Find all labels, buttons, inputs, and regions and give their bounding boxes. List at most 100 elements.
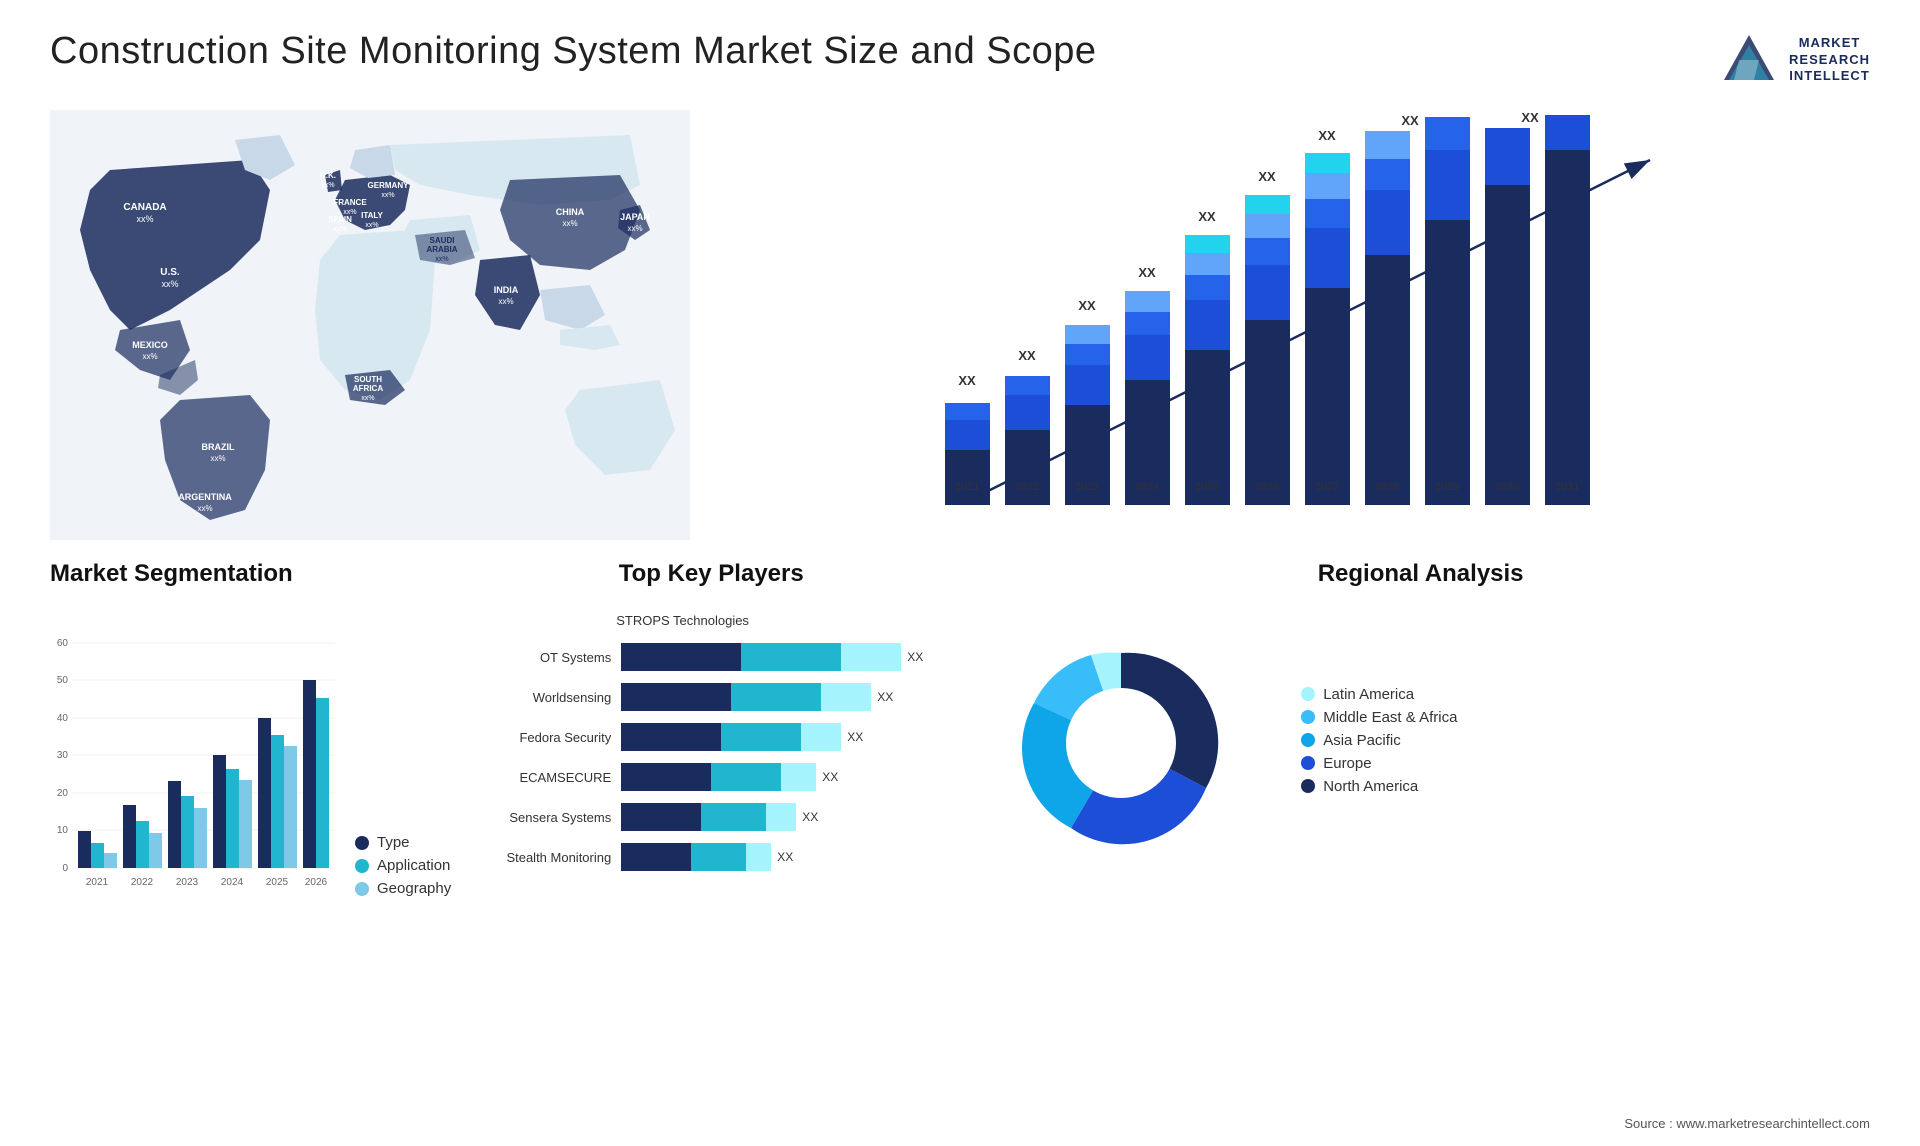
growth-chart: 2021 XX 2022 XX 2023 XX — [710, 110, 1870, 540]
svg-text:XX: XX — [1401, 113, 1419, 128]
svg-text:JAPAN: JAPAN — [620, 212, 650, 222]
svg-text:xx%: xx% — [136, 214, 153, 224]
bar-seg-2 — [721, 723, 801, 751]
svg-text:60: 60 — [57, 638, 69, 649]
svg-text:XX: XX — [1078, 298, 1096, 313]
segmentation-chart: 0 10 20 30 40 50 60 — [50, 603, 340, 903]
svg-text:xx%: xx% — [435, 256, 448, 263]
svg-text:ARGENTINA: ARGENTINA — [178, 492, 232, 502]
svg-text:U.K.: U.K. — [320, 171, 336, 180]
svg-text:CHINA: CHINA — [556, 207, 585, 217]
donut-chart — [971, 603, 1271, 883]
player-bar-ot: XX — [621, 643, 951, 671]
bar-seg-2 — [701, 803, 766, 831]
top-player-label: STROPS Technologies — [616, 613, 951, 628]
svg-text:xx%: xx% — [161, 279, 178, 289]
svg-text:xx%: xx% — [321, 182, 334, 189]
svg-text:xx%: xx% — [142, 352, 157, 361]
bar-seg-3 — [821, 683, 871, 711]
logo-icon — [1719, 30, 1779, 90]
svg-text:U.S.: U.S. — [160, 267, 180, 278]
svg-text:AFRICA: AFRICA — [353, 384, 383, 393]
bar-seg-1 — [621, 723, 721, 751]
legend-dot-mea — [1301, 710, 1315, 724]
svg-text:xx%: xx% — [498, 297, 513, 306]
bar-seg-2 — [741, 643, 841, 671]
player-xx-sm: XX — [777, 850, 793, 864]
bar-seg-2 — [731, 683, 821, 711]
player-row-ec: ECAMSECURE XX — [471, 763, 951, 791]
svg-text:xx%: xx% — [562, 219, 577, 228]
legend-geography: Geography — [355, 880, 451, 897]
legend-dot-northam — [1301, 779, 1315, 793]
svg-text:ARABIA: ARABIA — [426, 245, 457, 254]
player-bar-segments-fs — [621, 723, 841, 751]
svg-text:xx%: xx% — [333, 226, 346, 233]
header: Construction Site Monitoring System Mark… — [50, 30, 1870, 90]
svg-text:2025: 2025 — [266, 877, 289, 888]
players-section: Top Key Players STROPS Technologies OT S… — [471, 560, 951, 980]
svg-text:XX: XX — [1018, 348, 1036, 363]
page-title: Construction Site Monitoring System Mark… — [50, 30, 1097, 73]
segmentation-title: Market Segmentation — [50, 560, 451, 588]
player-bar-segments-ot — [621, 643, 901, 671]
svg-text:XX: XX — [1581, 110, 1599, 113]
growth-chart-section: 2021 XX 2022 XX 2023 XX — [710, 110, 1870, 540]
legend-dot-latin — [1301, 687, 1315, 701]
svg-text:40: 40 — [57, 713, 69, 724]
bar-seg-3 — [801, 723, 841, 751]
svg-text:xx%: xx% — [210, 454, 225, 463]
legend-label-application: Application — [377, 857, 450, 874]
player-bar-segments-ec — [621, 763, 816, 791]
player-bar-ss: XX — [621, 803, 951, 831]
svg-text:XX: XX — [1521, 110, 1539, 125]
svg-text:XX: XX — [1138, 265, 1156, 280]
legend-dot-europe — [1301, 756, 1315, 770]
svg-text:xx%: xx% — [197, 504, 212, 513]
legend-label-type: Type — [377, 834, 410, 851]
player-name-ot: OT Systems — [471, 650, 611, 665]
regional-title: Regional Analysis — [971, 560, 1870, 588]
svg-text:0: 0 — [62, 863, 68, 874]
main-content: CANADA xx% U.S. xx% MEXICO xx% BRAZIL xx… — [50, 110, 1870, 540]
player-bar-fs: XX — [621, 723, 951, 751]
legend-type: Type — [355, 834, 451, 851]
legend-apac: Asia Pacific — [1301, 732, 1457, 749]
legend-label-northam: North America — [1323, 778, 1418, 795]
svg-text:30: 30 — [57, 750, 69, 761]
svg-text:2026: 2026 — [1255, 481, 1279, 493]
svg-text:2024: 2024 — [1135, 481, 1159, 493]
player-name-ws: Worldsensing — [471, 690, 611, 705]
players-title: Top Key Players — [471, 560, 951, 588]
svg-text:MEXICO: MEXICO — [132, 340, 168, 350]
legend-label-europe: Europe — [1323, 755, 1371, 772]
player-xx-ws: XX — [877, 690, 893, 704]
regional-legend: Latin America Middle East & Africa Asia … — [1301, 686, 1457, 801]
svg-text:xx%: xx% — [361, 395, 374, 402]
svg-text:2021: 2021 — [86, 877, 109, 888]
svg-text:50: 50 — [57, 675, 69, 686]
svg-text:xx%: xx% — [381, 192, 394, 199]
player-row-ss: Sensera Systems XX — [471, 803, 951, 831]
player-bar-segments-ws — [621, 683, 871, 711]
legend-dot-apac — [1301, 733, 1315, 747]
bottom-section: Market Segmentation 0 10 20 30 40 50 60 — [50, 560, 1870, 980]
player-row-fs: Fedora Security XX — [471, 723, 951, 751]
svg-text:INDIA: INDIA — [494, 285, 519, 295]
bar-seg-3 — [841, 643, 901, 671]
bar-seg-1 — [621, 843, 691, 871]
legend-label-latin: Latin America — [1323, 686, 1414, 703]
legend-application: Application — [355, 857, 451, 874]
player-row-ws: Worldsensing XX — [471, 683, 951, 711]
svg-text:XX: XX — [1318, 128, 1336, 143]
player-xx-ec: XX — [822, 770, 838, 784]
player-row-sm: Stealth Monitoring XX — [471, 843, 951, 871]
regional-section: Regional Analysis — [971, 560, 1870, 980]
svg-text:ITALY: ITALY — [361, 211, 383, 220]
svg-text:2031: 2031 — [1555, 481, 1579, 493]
seg-legend: Type Application Geography — [355, 834, 451, 903]
bar-seg-1 — [621, 803, 701, 831]
player-xx-ss: XX — [802, 810, 818, 824]
svg-text:2021: 2021 — [955, 481, 979, 493]
svg-text:XX: XX — [1198, 209, 1216, 224]
